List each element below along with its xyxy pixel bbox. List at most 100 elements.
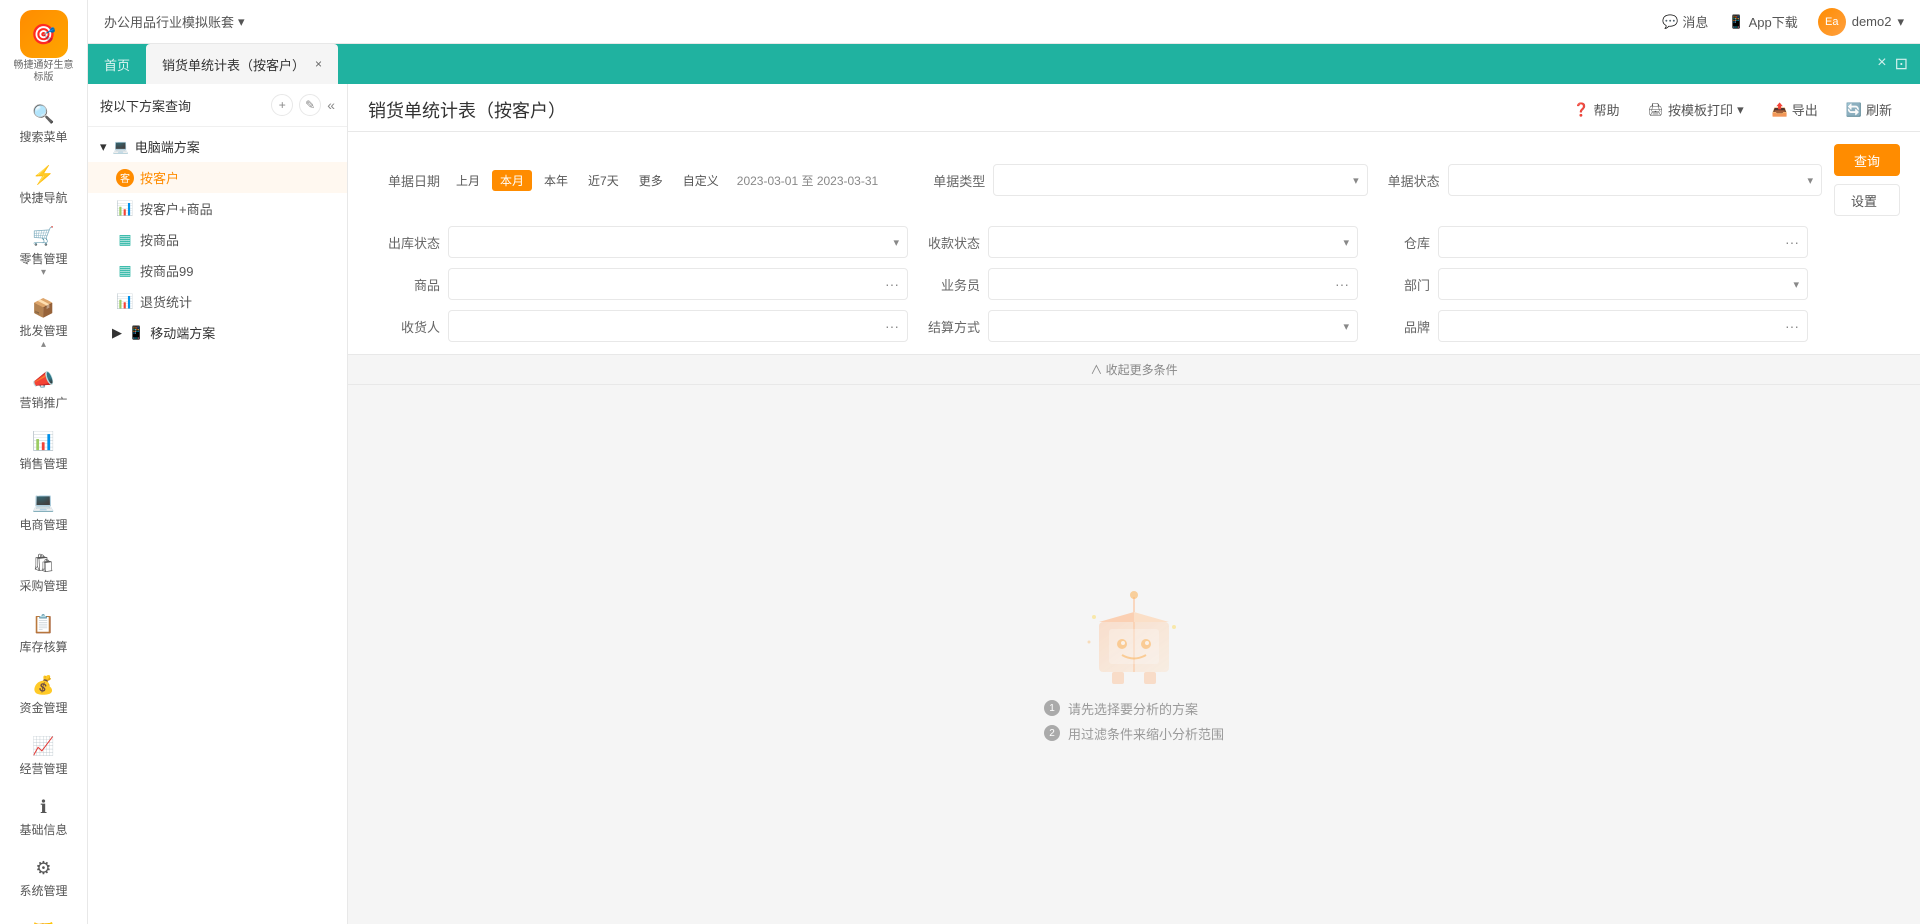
scheme-by-goods-99[interactable]: ▦ 按商品99 bbox=[88, 255, 347, 286]
type-label: 单据类型 bbox=[913, 171, 993, 190]
plus-icon: + bbox=[279, 98, 286, 112]
sidebar-item-quick-nav[interactable]: ⚡ 快捷导航 bbox=[0, 155, 87, 216]
tab-home[interactable]: 首页 bbox=[88, 44, 146, 84]
date-filter: 上月 本月 本年 近7天 更多 自定义 2023-03-01 至 2023-03… bbox=[448, 170, 913, 191]
content-area: 按以下方案查询 + ✎ « ▾ 💻 电脑端方案 bbox=[88, 84, 1920, 924]
mobile-group-icon: 📱 bbox=[128, 325, 144, 341]
app-download-btn[interactable]: 📱 App下载 bbox=[1728, 12, 1797, 31]
edit-icon: ✎ bbox=[305, 98, 315, 112]
type-select[interactable]: ▾ bbox=[993, 164, 1367, 196]
pc-group-arrow: ▾ bbox=[100, 139, 107, 155]
salesperson-ellipsis[interactable]: ··· bbox=[1335, 276, 1349, 292]
scheme-by-customer[interactable]: 客 按客户 bbox=[88, 162, 347, 193]
top-bar-right: 💬 消息 📱 App下载 Ea demo2 ▾ bbox=[1662, 8, 1904, 36]
receipt-status-select[interactable]: ▾ bbox=[988, 226, 1358, 258]
out-status-label: 出库状态 bbox=[368, 233, 448, 252]
settlement-arrow: ▾ bbox=[1343, 320, 1349, 333]
date-tab-this-month[interactable]: 本月 bbox=[492, 170, 532, 191]
warehouse-ellipsis[interactable]: ··· bbox=[1785, 234, 1799, 250]
goods-ellipsis[interactable]: ··· bbox=[885, 276, 899, 292]
customer-goods-icon: 📊 bbox=[116, 200, 134, 218]
tab-sales-stats[interactable]: 销货单统计表（按客户） × bbox=[146, 44, 338, 84]
brand-ellipsis[interactable]: ··· bbox=[1785, 318, 1799, 334]
scheme-return-stats[interactable]: 📊 退货统计 bbox=[88, 286, 347, 317]
date-tab-this-year[interactable]: 本年 bbox=[536, 170, 576, 191]
add-scheme-btn[interactable]: + bbox=[271, 94, 293, 116]
tip-2-num: 2 bbox=[1044, 725, 1060, 741]
sidebar-item-inventory[interactable]: 📋 库存核算 bbox=[0, 604, 87, 665]
mobile-group-arrow: ▶ bbox=[112, 325, 122, 341]
department-group: 部门 ▾ bbox=[1358, 268, 1808, 300]
brand-select[interactable]: ··· bbox=[1438, 310, 1808, 342]
operations-icon: 📈 bbox=[32, 736, 54, 757]
receiver-select[interactable]: ··· bbox=[448, 310, 908, 342]
sidebar-item-purchase[interactable]: 🛍 采购管理 bbox=[0, 543, 87, 604]
sidebar-item-operations[interactable]: 📈 经营管理 bbox=[0, 726, 87, 787]
salesperson-group: 业务员 ··· bbox=[908, 268, 1358, 300]
tab-close-btn[interactable]: × bbox=[315, 57, 322, 71]
message-btn[interactable]: 💬 消息 bbox=[1662, 12, 1708, 31]
enterprise-icon: 🤝 bbox=[32, 919, 54, 924]
filter-area: 单据日期 上月 本月 本年 近7天 更多 自定义 2023-03-01 至 20… bbox=[348, 132, 1920, 355]
export-btn[interactable]: 📤 导出 bbox=[1764, 96, 1826, 123]
brand-label: 品牌 bbox=[1358, 317, 1438, 336]
wholesale-icon: 📦 bbox=[32, 298, 54, 319]
edit-scheme-btn[interactable]: ✎ bbox=[299, 94, 321, 116]
status-select[interactable]: ▾ bbox=[1448, 164, 1822, 196]
basic-info-icon: ℹ bbox=[40, 797, 47, 818]
date-tab-last-7[interactable]: 近7天 bbox=[580, 170, 627, 191]
department-select[interactable]: ▾ bbox=[1438, 268, 1808, 300]
refresh-icon: 🔄 bbox=[1846, 102, 1862, 118]
refresh-btn[interactable]: 🔄 刷新 bbox=[1838, 96, 1900, 123]
date-filter-group: 单据日期 上月 本月 本年 近7天 更多 自定义 2023-03-01 至 20… bbox=[368, 170, 913, 191]
goods-99-icon: ▦ bbox=[116, 262, 134, 280]
date-tab-last-month[interactable]: 上月 bbox=[448, 170, 488, 191]
collapse-more-conditions-btn[interactable]: ∧ 收起更多条件 bbox=[348, 355, 1920, 385]
date-tab-custom[interactable]: 自定义 bbox=[675, 170, 727, 191]
mobile-scheme-group: ▶ 📱 移动端方案 bbox=[88, 317, 347, 348]
scheme-by-customer-goods[interactable]: 📊 按客户+商品 bbox=[88, 193, 347, 224]
settings-button[interactable]: 设置 bbox=[1834, 184, 1900, 216]
maximize-window-icon[interactable]: ⊡ bbox=[1895, 54, 1908, 74]
mobile-scheme-header[interactable]: ▶ 📱 移动端方案 bbox=[88, 317, 347, 348]
out-status-group: 出库状态 ▾ bbox=[368, 226, 908, 258]
sidebar-item-finance[interactable]: 💰 资金管理 bbox=[0, 665, 87, 726]
by-customer-goods-label: 按客户+商品 bbox=[140, 199, 213, 218]
type-select-arrow: ▾ bbox=[1353, 174, 1359, 187]
warehouse-select[interactable]: ··· bbox=[1438, 226, 1808, 258]
print-btn[interactable]: 🖨 按模板打印 ▾ bbox=[1640, 96, 1752, 123]
salesperson-select[interactable]: ··· bbox=[988, 268, 1358, 300]
user-menu[interactable]: Ea demo2 ▾ bbox=[1818, 8, 1904, 36]
customer-icon: 客 bbox=[116, 169, 134, 187]
sidebar-item-sales[interactable]: 📊 销售管理 bbox=[0, 421, 87, 482]
close-window-icon[interactable]: × bbox=[1877, 54, 1886, 74]
date-range-display: 2023-03-01 至 2023-03-31 bbox=[737, 172, 878, 189]
sidebar-item-wholesale[interactable]: 📦 批发管理 ▴ bbox=[0, 288, 87, 360]
scheme-by-goods[interactable]: ▦ 按商品 bbox=[88, 224, 347, 255]
receiver-ellipsis[interactable]: ··· bbox=[885, 318, 899, 334]
pc-scheme-header[interactable]: ▾ 💻 电脑端方案 bbox=[88, 131, 347, 162]
settlement-select[interactable]: ▾ bbox=[988, 310, 1358, 342]
industry-dropdown[interactable]: 办公用品行业模拟账套 ▾ bbox=[104, 12, 245, 31]
sidebar-item-ecommerce[interactable]: 💻 电商管理 bbox=[0, 482, 87, 543]
filter-row-1: 单据日期 上月 本月 本年 近7天 更多 自定义 2023-03-01 至 20… bbox=[368, 144, 1900, 216]
logo-text: 畅捷通好生意 标版 bbox=[14, 60, 74, 84]
goods-select[interactable]: ··· bbox=[448, 268, 908, 300]
sidebar-item-enterprise[interactable]: 🤝 企业协同 bbox=[0, 909, 87, 924]
sidebar-item-marketing[interactable]: 📣 营销推广 bbox=[0, 360, 87, 421]
app-download-icon: 📱 bbox=[1728, 14, 1744, 30]
receipt-status-group: 收款状态 ▾ bbox=[908, 226, 1358, 258]
date-tab-more[interactable]: 更多 bbox=[631, 170, 671, 191]
collapse-panel-btn[interactable]: « bbox=[327, 97, 335, 113]
left-panel-actions: + ✎ « bbox=[271, 94, 335, 116]
user-name: demo2 bbox=[1852, 14, 1892, 29]
out-status-select[interactable]: ▾ bbox=[448, 226, 908, 258]
search-button[interactable]: 查询 bbox=[1834, 144, 1900, 176]
help-btn[interactable]: ❓ 帮助 bbox=[1565, 96, 1627, 123]
user-dropdown-arrow: ▾ bbox=[1897, 14, 1904, 30]
sidebar-item-system[interactable]: ⚙ 系统管理 bbox=[0, 848, 87, 909]
sidebar-item-basic-info[interactable]: ℹ 基础信息 bbox=[0, 787, 87, 848]
user-avatar: Ea bbox=[1818, 8, 1846, 36]
sidebar-item-search[interactable]: 🔍 搜索菜单 bbox=[0, 94, 87, 155]
sidebar-item-retail[interactable]: 🛒 零售管理 ▾ bbox=[0, 216, 87, 288]
